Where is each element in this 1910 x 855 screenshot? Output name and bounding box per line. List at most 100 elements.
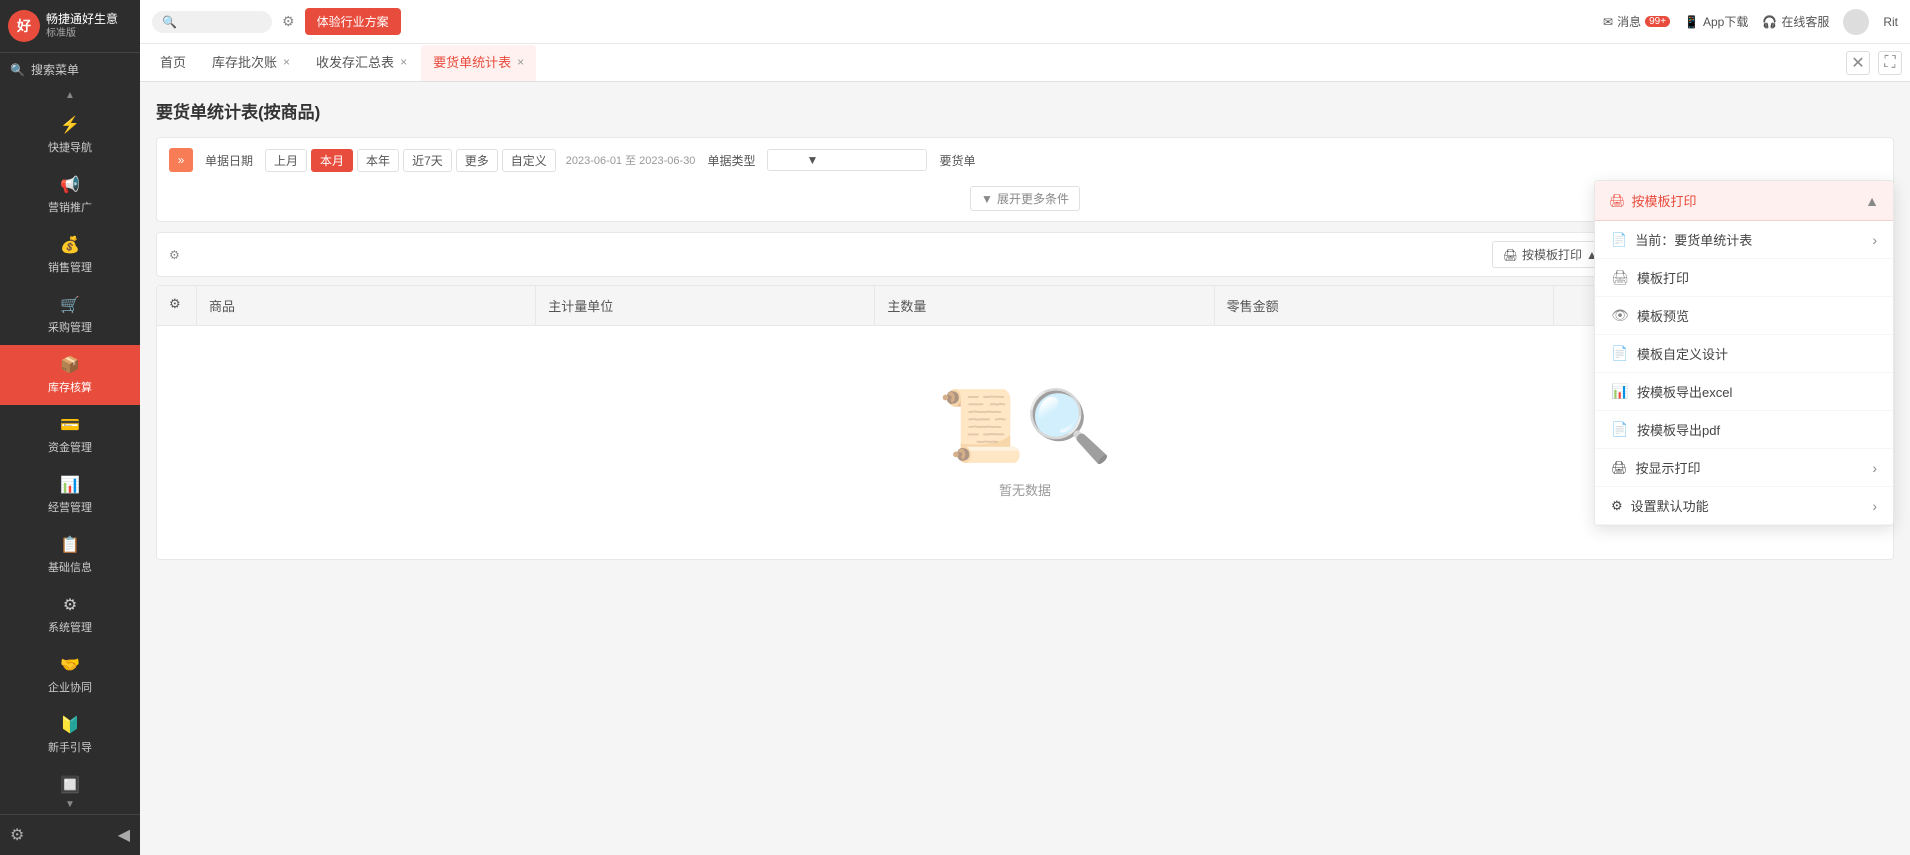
filter-expand-arrow[interactable]: » bbox=[169, 148, 193, 172]
th-retail-amount: 零售金额 bbox=[1215, 286, 1554, 325]
sidebar-item-system[interactable]: ⚙ 系统管理 bbox=[0, 585, 140, 645]
template-preview-icon: 👁 bbox=[1611, 307, 1629, 324]
service-icon: 🎧 bbox=[1762, 15, 1777, 29]
sidebar-bottom: ⚙ ◀ bbox=[0, 814, 140, 855]
sidebar-search[interactable]: 🔍 搜索菜单 bbox=[0, 53, 140, 86]
topbar-gear-icon[interactable]: ⚙ bbox=[282, 13, 295, 30]
dropdown-template-custom[interactable]: 📄 模板自定义设计 bbox=[1595, 335, 1893, 373]
dropdown-print-icon: 🖨 bbox=[1609, 193, 1626, 209]
gear-settings-icon[interactable]: ⚙ bbox=[169, 248, 180, 262]
dropdown-export-excel[interactable]: 📊 按模板导出excel bbox=[1595, 373, 1893, 411]
dropdown-set-default-left: ⚙ 设置默认功能 bbox=[1611, 496, 1709, 515]
display-print-arrow: › bbox=[1872, 460, 1877, 476]
sidebar-item-guide[interactable]: 🔰 新手引导 bbox=[0, 705, 140, 765]
window-close-btn[interactable]: ✕ bbox=[1846, 51, 1870, 75]
dropdown-up-arrow[interactable]: ▲ bbox=[1865, 193, 1879, 209]
sidebar-item-label: 新手引导 bbox=[48, 739, 92, 755]
th-product: 商品 bbox=[197, 286, 536, 325]
username: Rit bbox=[1883, 15, 1898, 29]
trial-btn[interactable]: 体验行业方案 bbox=[305, 8, 401, 35]
sidebar-item-sales[interactable]: 💰 销售管理 bbox=[0, 225, 140, 285]
tab-home[interactable]: 首页 bbox=[148, 45, 198, 81]
topbar-search-icon: 🔍 bbox=[162, 15, 177, 29]
expand-more-btn[interactable]: ▼ 展开更多条件 bbox=[970, 186, 1080, 211]
sidebar-item-app-center[interactable]: 🔲 应用中心 bbox=[0, 765, 140, 795]
th-quantity: 主数量 bbox=[875, 286, 1214, 325]
sidebar-item-label: 企业协同 bbox=[48, 679, 92, 695]
cooperation-icon: 🤝 bbox=[60, 655, 80, 675]
tab-requisition-stats[interactable]: 要货单统计表 × bbox=[421, 45, 536, 81]
current-year-btn[interactable]: 本年 bbox=[357, 149, 399, 172]
dropdown-template-print[interactable]: 🖨 模板打印 bbox=[1595, 259, 1893, 297]
dropdown-template-preview[interactable]: 👁 模板预览 bbox=[1595, 297, 1893, 335]
window-maximize-btn[interactable]: ⛶ bbox=[1878, 51, 1902, 75]
sidebar-item-label: 系统管理 bbox=[48, 619, 92, 635]
app-logo-text: 畅捷通好生意 标准版 bbox=[46, 12, 118, 41]
scroll-up-arrow[interactable]: ▲ bbox=[63, 88, 77, 103]
dropdown-doc-icon: 📄 bbox=[1611, 232, 1627, 248]
tab-receipt-summary[interactable]: 收发存汇总表 × bbox=[304, 45, 419, 81]
dropdown-header-left: 🖨 按模板打印 bbox=[1609, 191, 1697, 210]
custom-date-btn[interactable]: 自定义 bbox=[502, 149, 556, 172]
th-settings[interactable]: ⚙ bbox=[157, 286, 197, 325]
print-icon: 🖨 bbox=[1503, 248, 1518, 262]
last7days-btn[interactable]: 近7天 bbox=[403, 149, 452, 172]
tab-batch-account[interactable]: 库存批次账 × bbox=[200, 45, 302, 81]
basic-icon: 📋 bbox=[60, 535, 80, 555]
sidebar-item-basic[interactable]: 📋 基础信息 bbox=[0, 525, 140, 585]
tab-requisition-stats-label: 要货单统计表 bbox=[433, 52, 511, 71]
prev-month-btn[interactable]: 上月 bbox=[265, 149, 307, 172]
print-btn[interactable]: 🖨 按模板打印 ▲ bbox=[1492, 241, 1609, 268]
app-center-icon: 🔲 bbox=[60, 775, 80, 795]
messages-btn[interactable]: ✉ 消息 99+ bbox=[1603, 13, 1670, 30]
dropdown-header-right: ▲ bbox=[1865, 193, 1879, 209]
dropdown-set-default[interactable]: ⚙ 设置默认功能 › bbox=[1595, 487, 1893, 525]
tab-batch-account-close[interactable]: × bbox=[283, 55, 290, 69]
app-download-btn[interactable]: 📱 App下载 bbox=[1684, 13, 1748, 30]
tab-receipt-summary-label: 收发存汇总表 bbox=[316, 52, 394, 71]
dropdown-export-pdf[interactable]: 📄 按模板导出pdf bbox=[1595, 411, 1893, 449]
select-arrow-icon: ▼ bbox=[806, 153, 818, 167]
sidebar: 好 畅捷通好生意 标准版 🔍 搜索菜单 ▲ ⚡ 快捷导航 📢 营销推广 💰 销售… bbox=[0, 0, 140, 855]
tab-receipt-summary-close[interactable]: × bbox=[400, 55, 407, 69]
current-month-btn[interactable]: 本月 bbox=[311, 149, 353, 172]
collapse-sidebar-btn[interactable]: ◀ bbox=[118, 825, 130, 845]
sidebar-item-purchase[interactable]: 🛒 采购管理 bbox=[0, 285, 140, 345]
dropdown-current-item[interactable]: 📄 当前：要货单统计表 › bbox=[1595, 221, 1893, 259]
sidebar-logo: 好 畅捷通好生意 标准版 bbox=[0, 0, 140, 53]
print-dropdown-panel: 🖨 按模板打印 ▲ 📄 当前：要货单统计表 › 🖨 模板打印 👁 bbox=[1594, 180, 1894, 526]
th-unit: 主计量单位 bbox=[536, 286, 875, 325]
sidebar-item-label: 基础信息 bbox=[48, 559, 92, 575]
avatar[interactable] bbox=[1843, 9, 1869, 35]
sidebar-item-operations[interactable]: 📊 经营管理 bbox=[0, 465, 140, 525]
date-range: 2023-06-01 至 2023-06-30 bbox=[566, 152, 696, 168]
date-group: 上月 本月 本年 近7天 更多 自定义 2023-06-01 至 2023-06… bbox=[265, 149, 695, 172]
sidebar-item-marketing[interactable]: 📢 营销推广 bbox=[0, 165, 140, 225]
tab-requisition-stats-close[interactable]: × bbox=[517, 55, 524, 69]
online-service-btn[interactable]: 🎧 在线客服 bbox=[1762, 13, 1829, 30]
operations-icon: 📊 bbox=[60, 475, 80, 495]
sidebar-item-quick-nav[interactable]: ⚡ 快捷导航 bbox=[0, 105, 140, 165]
date-label: 单据日期 bbox=[205, 152, 253, 169]
tab-home-label: 首页 bbox=[160, 52, 186, 71]
page-title: 要货单统计表(按商品) bbox=[156, 98, 1894, 123]
settings-bottom-icon[interactable]: ⚙ bbox=[10, 825, 24, 845]
sidebar-item-finance[interactable]: 💳 资金管理 bbox=[0, 405, 140, 465]
export-excel-icon: 📊 bbox=[1611, 383, 1629, 400]
export-pdf-icon: 📄 bbox=[1611, 421, 1629, 438]
sidebar-item-label: 销售管理 bbox=[48, 259, 92, 275]
scroll-down-arrow[interactable]: ▼ bbox=[63, 797, 77, 812]
sidebar-item-inventory[interactable]: 📦 库存核算 bbox=[0, 345, 140, 405]
purchase-icon: 🛒 bbox=[60, 295, 80, 315]
guide-icon: 🔰 bbox=[60, 715, 80, 735]
sidebar-item-cooperation[interactable]: 🤝 企业协同 bbox=[0, 645, 140, 705]
topbar-search-box[interactable]: 🔍 bbox=[152, 11, 272, 33]
set-default-arrow: › bbox=[1872, 498, 1877, 514]
more-date-btn[interactable]: 更多 bbox=[456, 149, 498, 172]
topbar: 🔍 ⚙ 体验行业方案 ✉ 消息 99+ 📱 App下载 🎧 在线客服 Rit bbox=[140, 0, 1910, 44]
dropdown-header: 🖨 按模板打印 ▲ bbox=[1595, 181, 1893, 221]
main-content: 🔍 ⚙ 体验行业方案 ✉ 消息 99+ 📱 App下载 🎧 在线客服 Rit bbox=[140, 0, 1910, 855]
marketing-icon: 📢 bbox=[60, 175, 80, 195]
dropdown-display-print[interactable]: 🖨 按显示打印 › bbox=[1595, 449, 1893, 487]
type-select[interactable]: ▼ bbox=[767, 149, 927, 171]
